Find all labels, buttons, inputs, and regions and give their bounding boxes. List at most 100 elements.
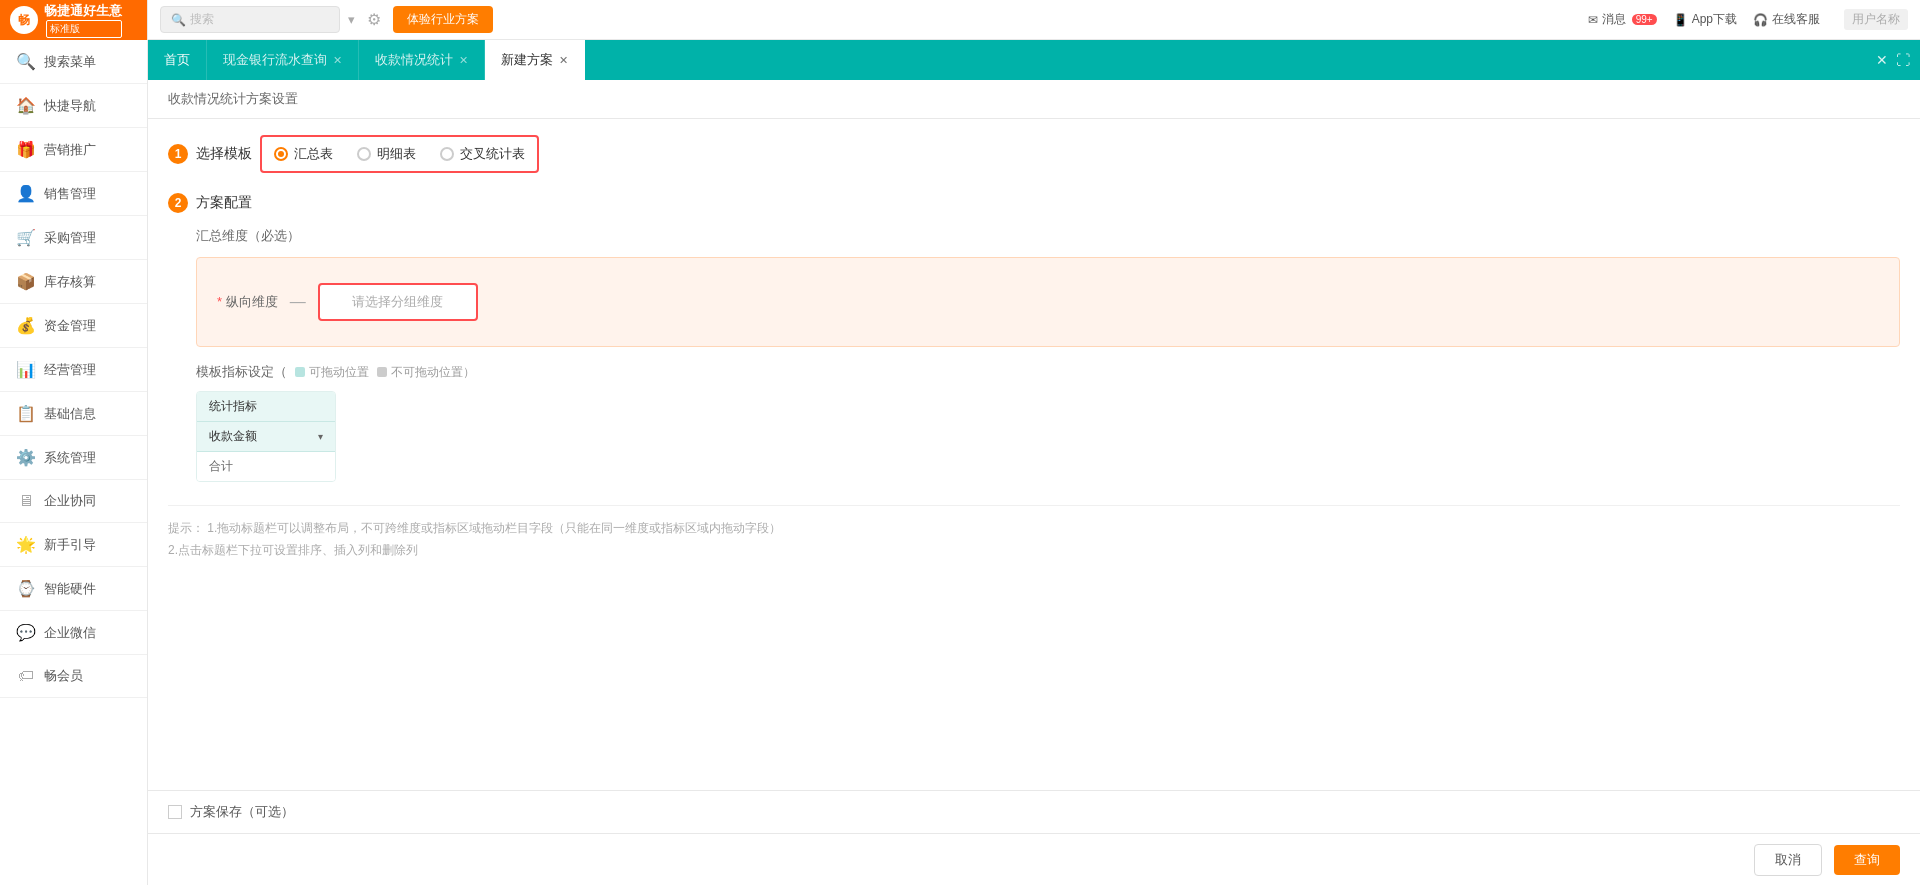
dimension-arrow-icon: — [290,293,306,311]
step1-number: 1 [168,144,188,164]
tab-home[interactable]: 首页 [148,40,207,80]
sidebar-item-marketing[interactable]: 🎁 营销推广 [0,128,147,172]
form-container: 1 选择模板 汇总表 明细表 交叉统计表 [148,119,1920,790]
dimension-area: * 纵向维度 — 请选择分组维度 [196,257,1900,347]
tabbar-spacer [585,40,1866,80]
tab-maximize-icon[interactable]: ⛶ [1896,52,1910,68]
metrics-col-row: 收款金额 ▾ [197,422,335,452]
online-service-button[interactable]: 🎧 在线客服 [1753,11,1820,28]
step1-header: 1 选择模板 汇总表 明细表 交叉统计表 [168,135,1900,173]
topbar-right: ✉ 消息 99+ 📱 App下载 🎧 在线客服 用户名称 [1588,9,1908,30]
dropdown-chevron-icon[interactable]: ▾ [348,12,355,27]
gift-icon: 🎁 [16,140,36,159]
radio-detail-dot [357,147,371,161]
notification-button[interactable]: ✉ 消息 99+ [1588,11,1657,28]
metrics-section: 模板指标设定（ 可拖动位置 不可拖动位置） 统计指标 [196,363,1900,485]
metrics-header: 模板指标设定（ 可拖动位置 不可拖动位置） [196,363,1900,381]
sidebar-item-search-menu[interactable]: 🔍 搜索菜单 [0,40,147,84]
step2-section: 2 方案配置 汇总维度（必选） * 纵向维度 — 请选择分组维度 [168,193,1900,485]
logo-text: 畅捷通好生意 [44,2,122,20]
step1-title: 选择模板 [196,145,252,163]
message-icon: ✉ [1588,13,1598,27]
dimension-row: * 纵向维度 — 请选择分组维度 [217,283,478,321]
sidebar-item-guide[interactable]: 🌟 新手引导 [0,523,147,567]
tab-collection[interactable]: 收款情况统计 ✕ [359,40,485,80]
logo-icon: 畅 [10,6,38,34]
notification-badge: 99+ [1632,14,1657,25]
download-icon: 📱 [1673,13,1688,27]
page-header: 收款情况统计方案设置 [148,80,1920,119]
step2-header: 2 方案配置 [168,193,1900,213]
gear-icon[interactable]: ⚙ [367,10,381,29]
sidebar-logo: 畅 畅捷通好生意 标准版 [0,0,147,40]
logo-badge: 标准版 [46,20,122,38]
industry-plan-button[interactable]: 体验行业方案 [393,6,493,33]
tab-cashflow-close-icon[interactable]: ✕ [333,54,342,67]
sidebar: 畅 畅捷通好生意 标准版 🔍 搜索菜单 🏠 快捷导航 🎁 营销推广 👤 销售管理… [0,0,148,885]
search-menu-icon: 🔍 [16,52,36,71]
chart-icon: 📊 [16,360,36,379]
sidebar-item-quick-nav[interactable]: 🏠 快捷导航 [0,84,147,128]
sidebar-item-wechat[interactable]: 💬 企业微信 [0,611,147,655]
chat-icon: 💬 [16,623,36,642]
tab-new-plan[interactable]: 新建方案 ✕ [485,40,585,80]
radio-cross-dot [440,147,454,161]
tips-line2: 2.点击标题栏下拉可设置排序、插入列和删除列 [168,540,1900,562]
tabbar-actions: ✕ ⛶ [1866,40,1920,80]
fixed-dot [377,367,387,377]
metrics-table-header: 统计指标 [197,392,335,422]
metrics-total-row: 合计 [197,452,335,481]
tab-collection-close-icon[interactable]: ✕ [459,54,468,67]
sidebar-item-member[interactable]: 🏷 畅会员 [0,655,147,698]
tab-new-plan-close-icon[interactable]: ✕ [559,54,568,67]
sidebar-item-operation[interactable]: 📊 经营管理 [0,348,147,392]
movable-dot [295,367,305,377]
metrics-col-dropdown-icon[interactable]: ▾ [318,431,323,442]
bottom-action-bar: 取消 查询 [148,833,1920,885]
query-button[interactable]: 查询 [1834,845,1900,875]
tab-cashflow[interactable]: 现金银行流水查询 ✕ [207,40,359,80]
tabbar: 首页 现金银行流水查询 ✕ 收款情况统计 ✕ 新建方案 ✕ ✕ ⛶ [148,40,1920,80]
sidebar-item-system[interactable]: ⚙️ 系统管理 [0,436,147,480]
clipboard-icon: 📋 [16,404,36,423]
step2-number: 2 [168,193,188,213]
page-title: 收款情况统计方案设置 [168,91,298,106]
radio-cross[interactable]: 交叉统计表 [440,145,525,163]
save-plan-checkbox[interactable] [168,805,182,819]
dimension-section: 汇总维度（必选） * 纵向维度 — 请选择分组维度 [196,227,1900,485]
template-options: 汇总表 明细表 交叉统计表 [260,135,539,173]
cancel-button[interactable]: 取消 [1754,844,1822,876]
sidebar-item-purchase[interactable]: 🛒 采购管理 [0,216,147,260]
step2-title: 方案配置 [196,194,252,212]
app-download-button[interactable]: 📱 App下载 [1673,11,1737,28]
sidebar-item-hardware[interactable]: ⌚ 智能硬件 [0,567,147,611]
metrics-col-name: 收款金额 [209,428,257,445]
box-icon: 📦 [16,272,36,291]
cart-icon: 🛒 [16,228,36,247]
dimension-section-title: 汇总维度（必选） [196,227,1900,245]
tag-icon: 🏷 [16,667,36,685]
user-name: 用户名称 [1844,9,1908,30]
tab-close-all-icon[interactable]: ✕ [1876,52,1888,68]
save-plan-label: 方案保存（可选） [190,803,294,821]
step1-section: 1 选择模板 汇总表 明细表 交叉统计表 [168,135,1900,173]
dimension-label: * 纵向维度 [217,293,278,311]
search-input[interactable]: 🔍 搜索 [160,6,340,33]
sidebar-item-basic-info[interactable]: 📋 基础信息 [0,392,147,436]
dimension-select-box[interactable]: 请选择分组维度 [318,283,478,321]
money-icon: 💰 [16,316,36,335]
radio-summary-dot [274,147,288,161]
sidebar-item-corp[interactable]: 🖥 企业协同 [0,480,147,523]
sidebar-item-sales[interactable]: 👤 销售管理 [0,172,147,216]
tips-section: 提示： 1.拖动标题栏可以调整布局，不可跨维度或指标区域拖动栏目字段（只能在同一… [168,505,1900,573]
radio-summary[interactable]: 汇总表 [274,145,333,163]
radio-detail[interactable]: 明细表 [357,145,416,163]
search-icon: 🔍 [171,13,186,27]
user-icon: 👤 [16,184,36,203]
sidebar-item-finance[interactable]: 💰 资金管理 [0,304,147,348]
sidebar-item-inventory[interactable]: 📦 库存核算 [0,260,147,304]
movable-legend: 可拖动位置 [295,364,369,381]
page-content: 收款情况统计方案设置 1 选择模板 汇总表 明细表 [148,80,1920,885]
metrics-table: 统计指标 收款金额 ▾ 合计 [196,391,336,482]
page-footer: 方案保存（可选） [148,790,1920,833]
